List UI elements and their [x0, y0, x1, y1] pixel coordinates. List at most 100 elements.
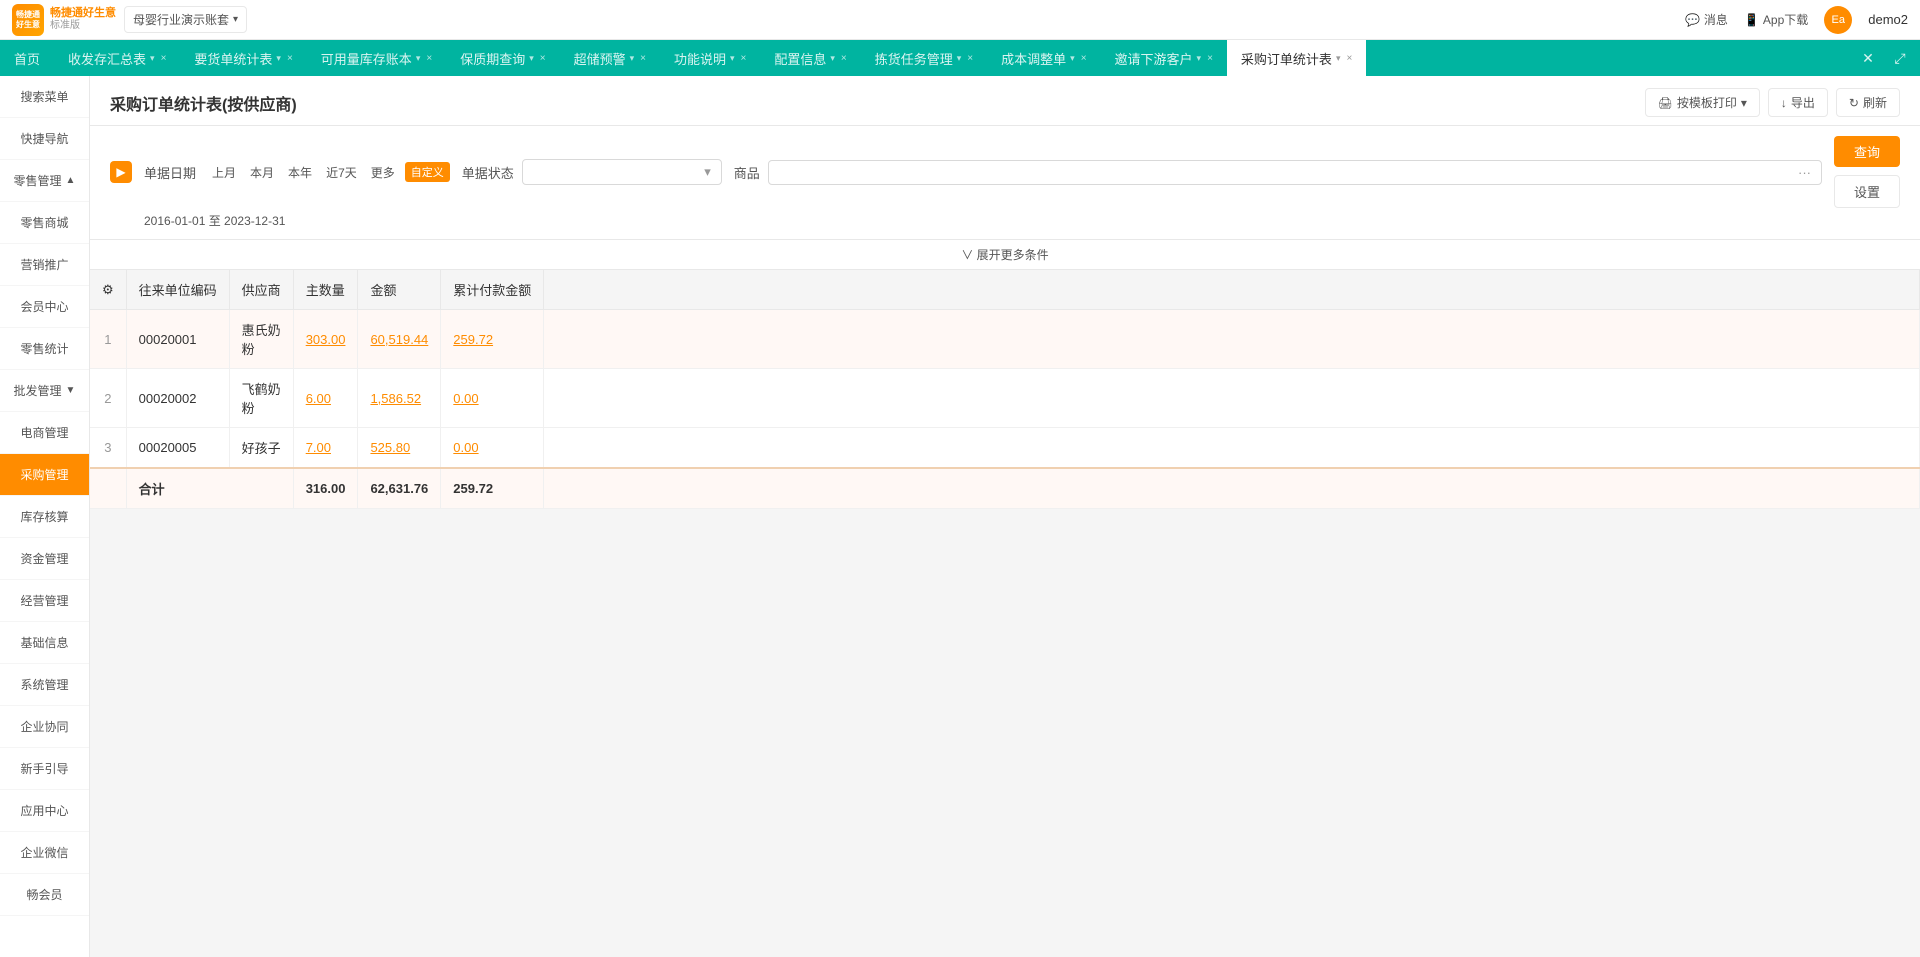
filter-row: ▶ 单据日期 上月 本月 本年 近7天 更多 自定义 单据状态 ▾: [110, 136, 1900, 208]
tab-purchase-summary[interactable]: 采购订单统计表 ▾ ×: [1227, 40, 1366, 76]
sidebar-item-vip[interactable]: 畅会员: [0, 874, 89, 916]
query-btn[interactable]: 查询: [1834, 136, 1900, 167]
table-footer-row: 合计 316.00 62,631.76 259.72: [90, 468, 1920, 509]
amount-link[interactable]: 60,519.44: [370, 332, 428, 347]
sidebar-item-enterprise[interactable]: 企业协同: [0, 706, 89, 748]
col-supplier: 供应商: [229, 270, 293, 310]
row-supplier: 惠氏奶粉: [229, 310, 293, 369]
amount-link[interactable]: 1,586.52: [370, 391, 421, 406]
sidebar-item-retail-stats[interactable]: 零售统计: [0, 328, 89, 370]
close-icon[interactable]: ×: [741, 53, 747, 64]
nav-tabs: 首页 收发存汇总表 ▾ × 要货单统计表 ▾ × 可用量库存账本 ▾ × 保质期…: [0, 40, 1920, 76]
app-download-btn[interactable]: 📱 App下载: [1744, 11, 1808, 28]
tab-config-info-label: 配置信息: [774, 49, 826, 68]
chevron-down-icon: ▼: [66, 385, 76, 396]
date-last-7days[interactable]: 近7天: [322, 162, 361, 183]
status-select[interactable]: ▾: [522, 159, 722, 185]
sidebar-item-ecommerce[interactable]: 电商管理: [0, 412, 89, 454]
print-btn[interactable]: 🖨 按模板打印 ▾: [1645, 88, 1760, 117]
message-icon: 💬: [1685, 13, 1700, 27]
chevron-icon: ▾: [730, 53, 735, 64]
close-icon[interactable]: ×: [640, 53, 646, 64]
date-custom-label[interactable]: 自定义: [405, 162, 450, 182]
gear-column-header[interactable]: ⚙: [90, 270, 126, 310]
tab-receipt-summary[interactable]: 收发存汇总表 ▾ ×: [54, 40, 180, 76]
tab-expiry-query[interactable]: 保质期查询 ▾ ×: [446, 40, 559, 76]
sidebar-item-purchase[interactable]: 采购管理: [0, 454, 89, 496]
qty-link[interactable]: 303.00: [306, 332, 346, 347]
close-icon[interactable]: ×: [287, 53, 293, 64]
settings-btn[interactable]: 设置: [1834, 175, 1900, 208]
paid-link[interactable]: 259.72: [453, 332, 493, 347]
close-icon[interactable]: ×: [841, 53, 847, 64]
row-amount: 1,586.52: [358, 369, 441, 428]
row-index: 3: [90, 428, 126, 469]
amount-link[interactable]: 525.80: [370, 440, 410, 455]
close-icon[interactable]: ×: [161, 53, 167, 64]
restore-btn[interactable]: ⤢: [1888, 46, 1912, 70]
sidebar-item-finance[interactable]: 资金管理: [0, 538, 89, 580]
sidebar-item-retail[interactable]: 零售管理 ▲: [0, 160, 89, 202]
row-paid-amount: 0.00: [441, 428, 544, 469]
tab-config-info[interactable]: 配置信息 ▾ ×: [760, 40, 860, 76]
tab-cost-adjust[interactable]: 成本调整单 ▾ ×: [987, 40, 1100, 76]
goods-input-container: ···: [768, 160, 1822, 185]
close-icon[interactable]: ×: [967, 53, 973, 64]
date-this-year[interactable]: 本年: [284, 162, 316, 183]
close-icon[interactable]: ×: [540, 53, 546, 64]
sidebar-item-app-center[interactable]: 应用中心: [0, 790, 89, 832]
refresh-btn[interactable]: ↻ 刷新: [1836, 88, 1900, 117]
workspace-selector[interactable]: 母婴行业演示账套 ▾: [124, 6, 247, 33]
date-shortcuts: 上月 本月 本年 近7天 更多 自定义: [208, 162, 450, 183]
sidebar-item-operations[interactable]: 经营管理: [0, 580, 89, 622]
qty-link[interactable]: 7.00: [306, 440, 331, 455]
chevron-down-icon: ▾: [704, 164, 711, 180]
tab-home[interactable]: 首页: [0, 40, 54, 76]
tab-function-desc[interactable]: 功能说明 ▾ ×: [660, 40, 760, 76]
expand-btn[interactable]: ∨ 展开更多条件: [961, 248, 1048, 262]
sidebar-item-batch-mgmt[interactable]: 批发管理 ▼: [0, 370, 89, 412]
tab-picking-task[interactable]: 拣货任务管理 ▾ ×: [861, 40, 987, 76]
close-icon[interactable]: ×: [1346, 53, 1352, 64]
close-icon[interactable]: ×: [1207, 53, 1213, 64]
row-index: 2: [90, 369, 126, 428]
sidebar-item-quick-nav[interactable]: 快捷导航: [0, 118, 89, 160]
close-icon[interactable]: ×: [426, 53, 432, 64]
sidebar-item-marketing[interactable]: 营销推广: [0, 244, 89, 286]
sidebar: 搜索菜单 快捷导航 零售管理 ▲ 零售商城 营销推广 会员中心 零售统计 批发管…: [0, 76, 90, 957]
row-supplier: 好孩子: [229, 428, 293, 469]
nav-tabs-end: ✕ ⤢: [1856, 46, 1920, 70]
date-last-month[interactable]: 上月: [208, 162, 240, 183]
goods-search-input[interactable]: [779, 165, 1794, 180]
sidebar-item-enterprise-wx[interactable]: 企业微信: [0, 832, 89, 874]
date-this-month[interactable]: 本月: [246, 162, 278, 183]
paid-link[interactable]: 0.00: [453, 440, 478, 455]
close-icon[interactable]: ×: [1081, 53, 1087, 64]
top-bar: 畅捷通好生意 畅捷通好生意 标准版 母婴行业演示账套 ▾ 💬 消息 📱 App下…: [0, 0, 1920, 40]
tab-overstock-alert[interactable]: 超储预警 ▾ ×: [560, 40, 660, 76]
sidebar-item-search[interactable]: 搜索菜单: [0, 76, 89, 118]
export-btn[interactable]: ↓ 导出: [1768, 88, 1828, 117]
table-row: 1 00020001 惠氏奶粉 303.00 60,519.44 259.72: [90, 310, 1920, 369]
sidebar-item-retail-store[interactable]: 零售商城: [0, 202, 89, 244]
tab-inventory-book[interactable]: 可用量库存账本 ▾ ×: [307, 40, 446, 76]
sidebar-item-batch-mgmt-label: 批发管理: [14, 382, 62, 399]
ellipsis-icon[interactable]: ···: [1798, 165, 1811, 180]
close-all-tabs-btn[interactable]: ✕: [1856, 46, 1880, 70]
sidebar-item-basic-info[interactable]: 基础信息: [0, 622, 89, 664]
avatar[interactable]: Ea: [1824, 6, 1852, 34]
qty-link[interactable]: 6.00: [306, 391, 331, 406]
col-empty: [544, 270, 1920, 310]
sidebar-item-inventory[interactable]: 库存核算: [0, 496, 89, 538]
tab-invite-downstream[interactable]: 邀请下游客户 ▾ ×: [1101, 40, 1227, 76]
message-btn[interactable]: 💬 消息: [1685, 11, 1728, 28]
goods-filter-label: 商品: [734, 163, 760, 182]
sidebar-item-member[interactable]: 会员中心: [0, 286, 89, 328]
date-more[interactable]: 更多: [367, 162, 399, 183]
paid-link[interactable]: 0.00: [453, 391, 478, 406]
sidebar-item-system[interactable]: 系统管理: [0, 664, 89, 706]
sidebar-item-new-guide[interactable]: 新手引导: [0, 748, 89, 790]
top-bar-left: 畅捷通好生意 畅捷通好生意 标准版 母婴行业演示账套 ▾: [12, 4, 247, 36]
tab-goods-summary[interactable]: 要货单统计表 ▾ ×: [180, 40, 306, 76]
filter-toggle-btn[interactable]: ▶: [110, 161, 132, 183]
